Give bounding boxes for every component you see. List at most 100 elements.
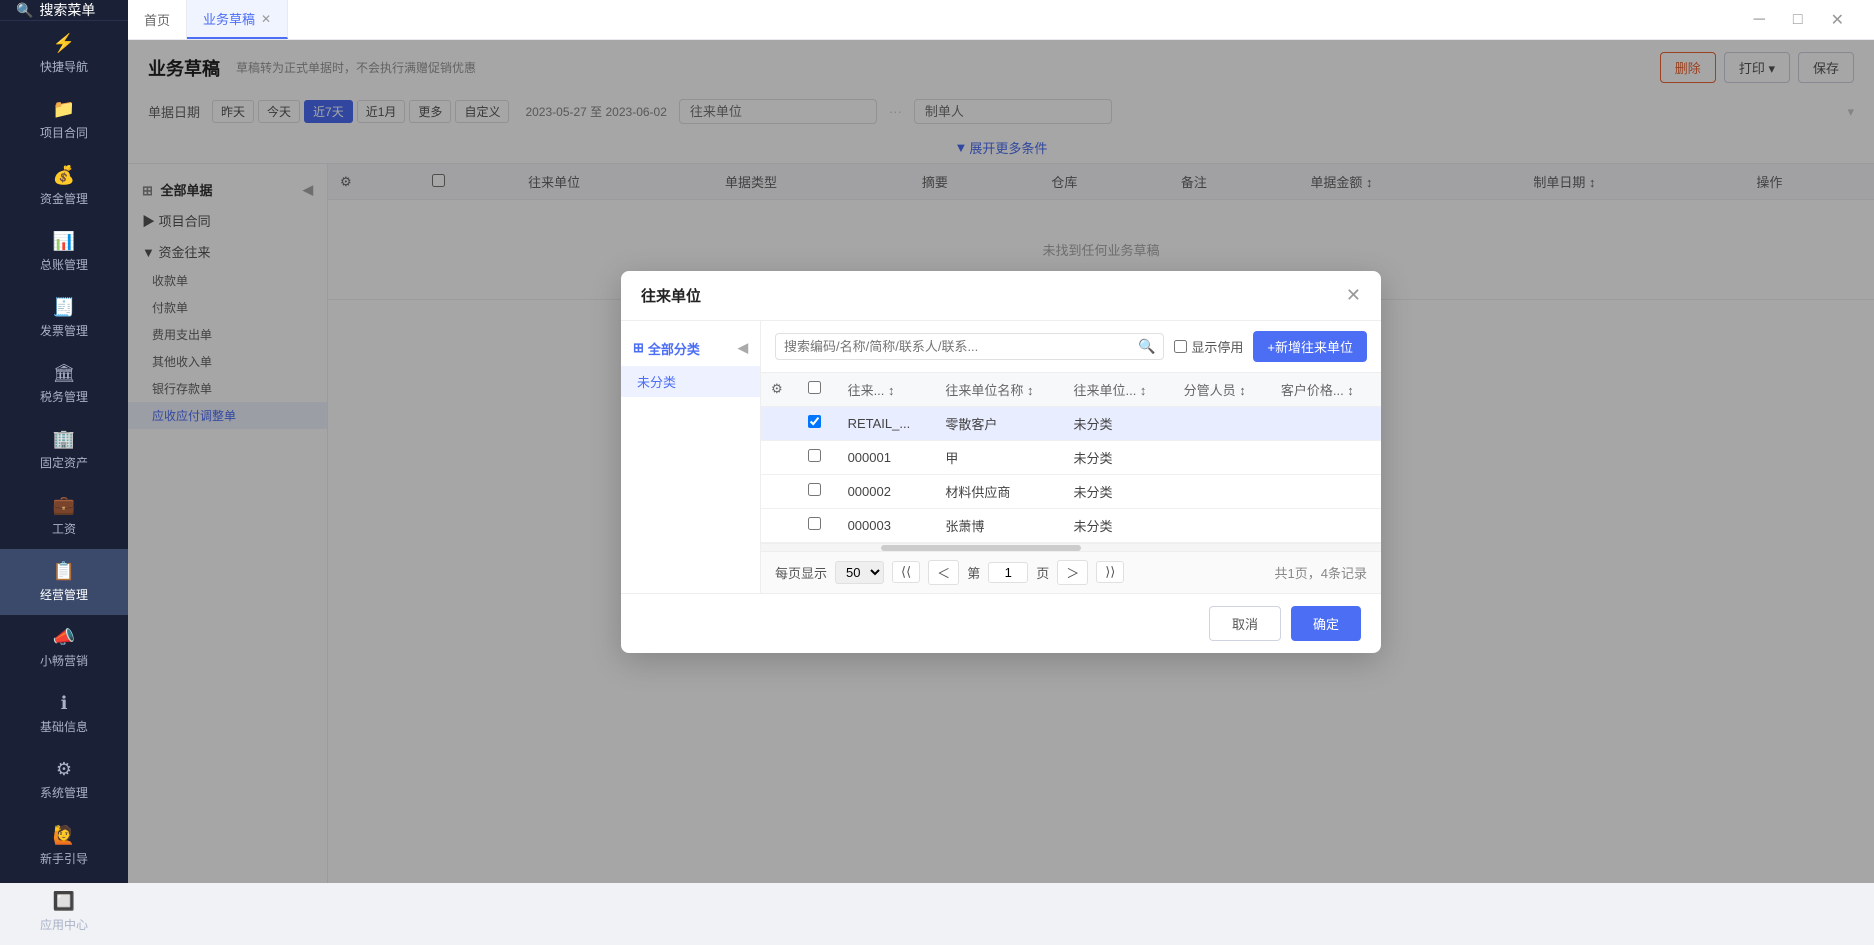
partner-modal: 往来单位 ✕ ⊞ 全部分类 ◀ 未分类 (621, 271, 1381, 653)
row-manager (1174, 474, 1271, 508)
app-icon: 🔲 (53, 891, 75, 912)
search-wrap: 🔍 (775, 333, 1164, 360)
modal-table-row[interactable]: 000002 材料供应商 未分类 (761, 474, 1381, 508)
row-category: 未分类 (1063, 440, 1173, 474)
page-number-input[interactable] (988, 562, 1028, 583)
sidebar-item-capital[interactable]: 💰 资金管理 (0, 153, 128, 219)
row-checkbox[interactable] (798, 474, 837, 508)
minimize-button[interactable]: ─ (1740, 6, 1779, 34)
tab-close-icon[interactable]: ✕ (261, 12, 271, 26)
modal-scrollbar[interactable] (761, 543, 1381, 551)
add-partner-button[interactable]: +新增往来单位 (1253, 331, 1367, 362)
modal-sidebar-all[interactable]: ⊞ 全部分类 ◀ (621, 331, 760, 366)
sidebar-item-app[interactable]: 🔲 应用中心 (0, 879, 128, 945)
modal-sidebar-unclassified[interactable]: 未分类 (621, 366, 760, 397)
pagination-total: 共1页，4条记录 (1275, 563, 1367, 582)
salary-icon: 💼 (53, 495, 75, 516)
sidebar-logo[interactable]: 🔍 搜索菜单 (0, 0, 128, 21)
modal-table-wrap: ⚙ 往来... ↕ 往来单位名称 ↕ 往来单位... ↕ 分管人员 ↕ 客户价格… (761, 373, 1381, 543)
page-prev-button[interactable]: ＜ (928, 560, 959, 585)
row-select-checkbox[interactable] (808, 449, 821, 462)
modal-select-all[interactable] (808, 381, 821, 394)
sidebar-item-project[interactable]: 📁 项目合同 (0, 87, 128, 153)
show-disabled-label[interactable]: 显示停用 (1174, 337, 1243, 356)
newcomer-icon: 🙋 (53, 825, 75, 846)
sidebar-item-quick-nav[interactable]: ⚡ 快捷导航 (0, 21, 128, 87)
sidebar-item-label: 经营管理 (40, 586, 88, 603)
maximize-button[interactable]: □ (1779, 6, 1817, 34)
modal-col-name: 往来单位名称 ↕ (935, 373, 1063, 407)
sidebar-item-accounting[interactable]: 📊 总账管理 (0, 219, 128, 285)
tab-draft[interactable]: 业务草稿 ✕ (187, 0, 288, 39)
sidebar-item-label: 应用中心 (40, 916, 88, 933)
row-settings (761, 508, 798, 542)
modal-pagination-bar: 每页显示 50 ⟨⟨ ＜ 第 页 ＞ ⟩⟩ 共1页，4条记录 (761, 551, 1381, 593)
row-settings (761, 406, 798, 440)
sidebar-item-label: 小畅营销 (40, 652, 88, 669)
sidebar-item-label: 发票管理 (40, 322, 88, 339)
modal-sidebar: ⊞ 全部分类 ◀ 未分类 (621, 321, 761, 593)
sidebar-item-newcomer[interactable]: 🙋 新手引导 (0, 813, 128, 879)
sidebar-collapse-icon[interactable]: ◀ (738, 340, 748, 356)
row-price (1271, 440, 1381, 474)
row-price (1271, 406, 1381, 440)
ops-icon: 📋 (53, 561, 75, 582)
page-last-button[interactable]: ⟩⟩ (1096, 561, 1124, 583)
close-button[interactable]: ✕ (1817, 5, 1858, 35)
sidebar-item-assets[interactable]: 🏢 固定资产 (0, 417, 128, 483)
modal-overlay[interactable]: 往来单位 ✕ ⊞ 全部分类 ◀ 未分类 (128, 40, 1874, 883)
page-first-button[interactable]: ⟨⟨ (892, 561, 920, 583)
invoice-icon: 🧾 (53, 297, 75, 318)
row-checkbox[interactable] (798, 440, 837, 474)
grid-small-icon: ⊞ (633, 340, 644, 356)
sidebar-item-salary[interactable]: 💼 工资 (0, 483, 128, 549)
sidebar-item-label: 项目合同 (40, 124, 88, 141)
modal-col-settings[interactable]: ⚙ (761, 373, 798, 407)
row-select-checkbox[interactable] (808, 415, 821, 428)
modal-table-row[interactable]: RETAIL_... 零散客户 未分类 (761, 406, 1381, 440)
row-checkbox[interactable] (798, 508, 837, 542)
sidebar-item-ops[interactable]: 📋 经营管理 (0, 549, 128, 615)
row-code: 000001 (838, 440, 936, 474)
partner-search-input[interactable] (784, 339, 1134, 354)
row-select-checkbox[interactable] (808, 517, 821, 530)
cancel-button[interactable]: 取消 (1209, 606, 1281, 641)
row-code: RETAIL_... (838, 406, 936, 440)
modal-col-price: 客户价格... ↕ (1271, 373, 1381, 407)
modal-table-row[interactable]: 000003 张萧博 未分类 (761, 508, 1381, 542)
modal-title: 往来单位 (641, 285, 701, 306)
modal-col-checkbox[interactable] (798, 373, 837, 407)
row-select-checkbox[interactable] (808, 483, 821, 496)
confirm-button[interactable]: 确定 (1291, 606, 1361, 641)
modal-col-manager: 分管人员 ↕ (1174, 373, 1271, 407)
tab-home[interactable]: 首页 (128, 0, 187, 39)
modal-col-category: 往来单位... ↕ (1063, 373, 1173, 407)
row-price (1271, 474, 1381, 508)
row-manager (1174, 406, 1271, 440)
sidebar-item-invoice[interactable]: 🧾 发票管理 (0, 285, 128, 351)
show-disabled-checkbox[interactable] (1174, 340, 1187, 353)
sidebar-item-sys[interactable]: ⚙ 系统管理 (0, 747, 128, 813)
search-icon: 🔍 (1138, 338, 1155, 355)
page-next-button[interactable]: ＞ (1057, 560, 1088, 585)
sidebar: 🔍 搜索菜单 ⚡ 快捷导航 📁 项目合同 💰 资金管理 📊 总账管理 🧾 发票管… (0, 0, 128, 883)
per-page-select[interactable]: 50 (835, 561, 884, 584)
row-checkbox[interactable] (798, 406, 837, 440)
tax-icon: 🏛 (53, 363, 76, 384)
row-manager (1174, 508, 1271, 542)
row-price (1271, 508, 1381, 542)
modal-actions: 取消 确定 (621, 593, 1381, 653)
modal-toolbar: 🔍 显示停用 +新增往来单位 (761, 321, 1381, 373)
row-manager (1174, 440, 1271, 474)
row-name: 张萧博 (935, 508, 1063, 542)
sidebar-item-tax[interactable]: 🏛 税务管理 (0, 351, 128, 417)
row-code: 000003 (838, 508, 936, 542)
sidebar-item-base[interactable]: ℹ 基础信息 (0, 681, 128, 747)
sidebar-item-label: 总账管理 (40, 256, 88, 273)
modal-col-code: 往来... ↕ (838, 373, 936, 407)
quick-nav-icon: ⚡ (53, 33, 75, 54)
sidebar-item-marketing[interactable]: 📣 小畅营销 (0, 615, 128, 681)
sidebar-item-label: 新手引导 (40, 850, 88, 867)
modal-table-row[interactable]: 000001 甲 未分类 (761, 440, 1381, 474)
modal-close-button[interactable]: ✕ (1346, 285, 1361, 306)
